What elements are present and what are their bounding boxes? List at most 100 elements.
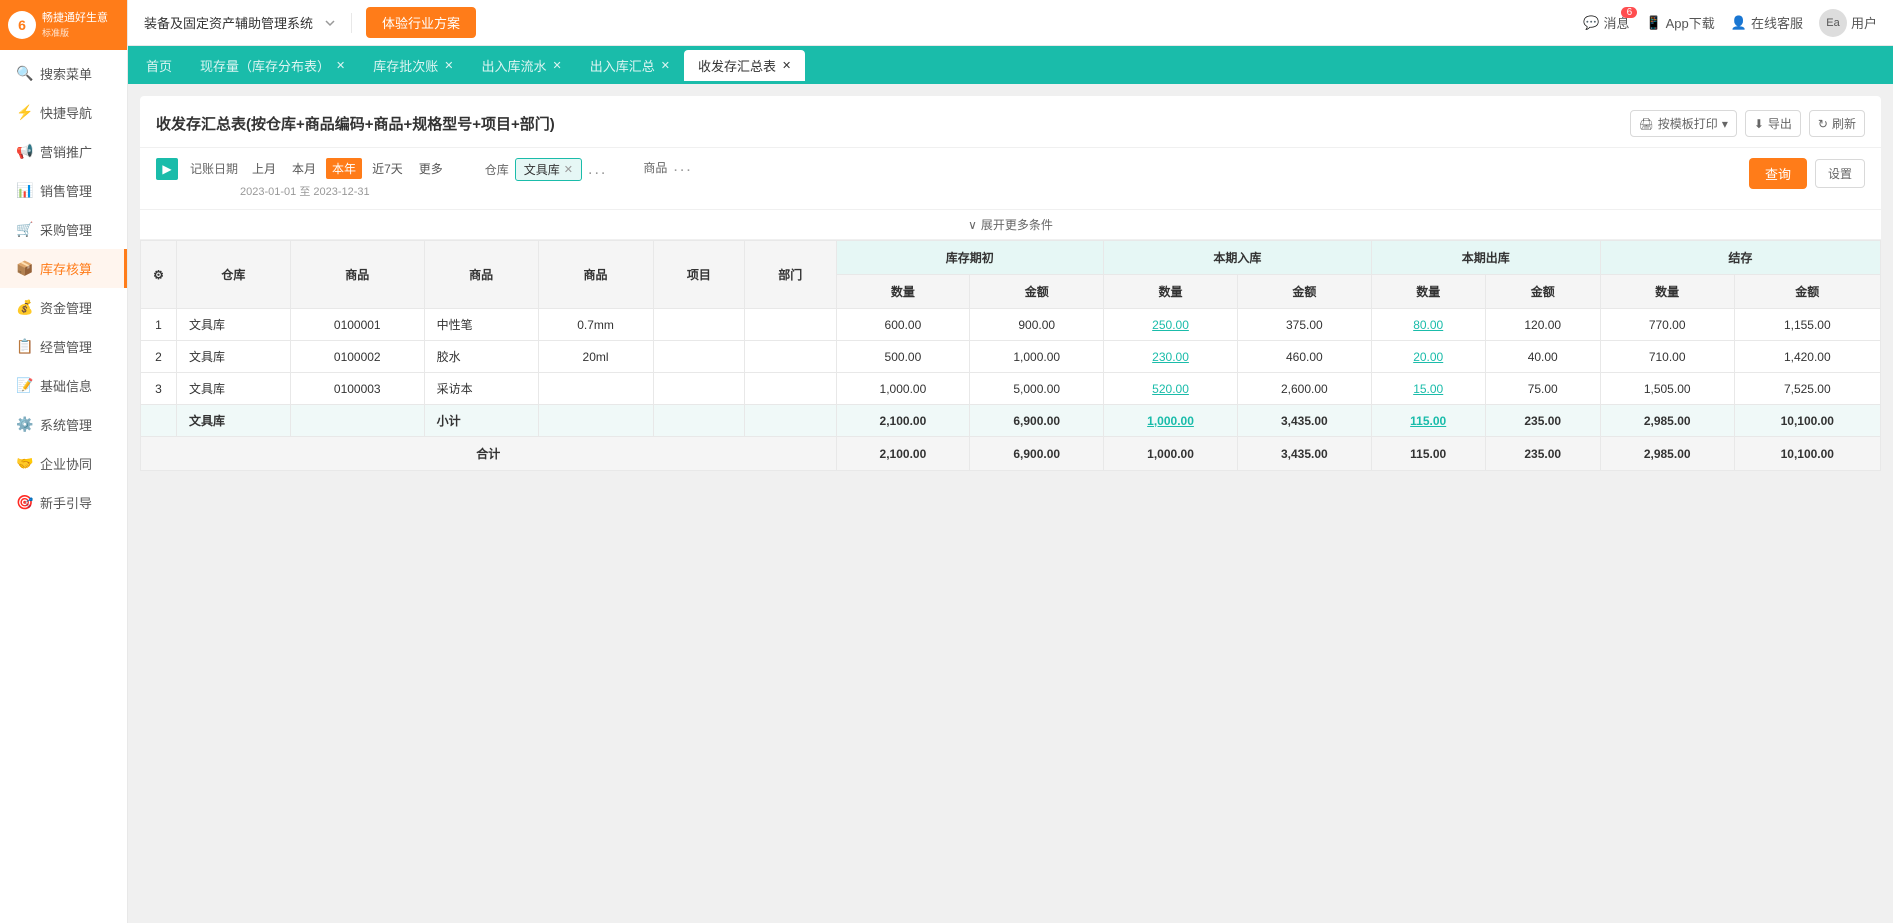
sidebar-item-quick[interactable]: ⚡ 快捷导航 xyxy=(0,93,127,132)
row-open-qty: 1,000.00 xyxy=(836,373,970,405)
row-open-amt: 900.00 xyxy=(970,309,1104,341)
col-opening-group-header: 库存期初 xyxy=(836,241,1104,275)
total-in-amt: 3,435.00 xyxy=(1237,437,1371,471)
user-label: 用户 xyxy=(1851,13,1877,32)
query-button[interactable]: 查询 xyxy=(1749,158,1807,189)
sidebar-item-inventory[interactable]: 📦 库存核算 xyxy=(0,249,127,288)
col-out-group-header: 本期出库 xyxy=(1371,241,1600,275)
header-left: 装备及固定资产辅助管理系统 体验行业方案 xyxy=(144,7,476,38)
export-icon: ⬇ xyxy=(1754,117,1764,131)
online-service-button[interactable]: 👤 在线客服 xyxy=(1731,13,1803,32)
setting-button[interactable]: 设置 xyxy=(1815,159,1865,188)
date-range: 2023-01-01 至 2023-12-31 xyxy=(240,186,370,198)
filter-collapse-arrow[interactable]: ▶ xyxy=(156,158,178,180)
goods-more[interactable]: ... xyxy=(673,158,692,176)
user-menu[interactable]: Ea 用户 xyxy=(1819,9,1877,37)
row-no: 3 xyxy=(141,373,177,405)
row-in-qty[interactable]: 1,000.00 xyxy=(1104,405,1238,437)
page-title: 收发存汇总表(按仓库+商品编码+商品+规格型号+项目+部门) xyxy=(156,113,555,134)
sidebar-item-system[interactable]: ⚙️ 系统管理 xyxy=(0,405,127,444)
row-project xyxy=(653,373,744,405)
tab-batch-close[interactable]: ✕ xyxy=(444,59,453,72)
warehouse-more[interactable]: ... xyxy=(588,161,607,179)
tab-stock-dist[interactable]: 现存量（库存分布表） ✕ xyxy=(186,50,359,81)
row-warehouse: 文具库 xyxy=(177,373,291,405)
header-dropdown[interactable] xyxy=(323,16,337,30)
export-button[interactable]: ⬇ 导出 xyxy=(1745,110,1801,137)
tab-batch-label: 库存批次账 xyxy=(373,56,438,75)
tab-batch[interactable]: 库存批次账 ✕ xyxy=(359,50,467,81)
sidebar-item-basic[interactable]: 📝 基础信息 xyxy=(0,366,127,405)
row-goods-spec xyxy=(538,405,653,437)
sidebar-item-operation-label: 经营管理 xyxy=(40,337,92,356)
row-out-qty[interactable]: 115.00 xyxy=(1371,405,1485,437)
sidebar-item-finance[interactable]: 💰 资金管理 xyxy=(0,288,127,327)
total-close-qty: 2,985.00 xyxy=(1600,437,1734,471)
row-close-amt: 1,155.00 xyxy=(1734,309,1880,341)
tab-recv-send-close[interactable]: ✕ xyxy=(782,59,791,72)
date-btn-7days[interactable]: 近7天 xyxy=(366,158,409,179)
row-out-qty[interactable]: 20.00 xyxy=(1371,341,1485,373)
message-badge: 6 xyxy=(1621,7,1637,18)
tab-stock-dist-close[interactable]: ✕ xyxy=(336,59,345,72)
row-no: 2 xyxy=(141,341,177,373)
row-open-qty: 500.00 xyxy=(836,341,970,373)
refresh-button[interactable]: ↻ 刷新 xyxy=(1809,110,1865,137)
row-out-qty[interactable]: 15.00 xyxy=(1371,373,1485,405)
sidebar-item-marketing[interactable]: 📢 营销推广 xyxy=(0,132,127,171)
sidebar-item-finance-label: 资金管理 xyxy=(40,298,92,317)
tab-recv-send[interactable]: 收发存汇总表 ✕ xyxy=(684,50,805,81)
sidebar-item-enterprise[interactable]: 🤝 企业协同 xyxy=(0,444,127,483)
row-in-qty[interactable]: 230.00 xyxy=(1104,341,1238,373)
date-btn-last-month[interactable]: 上月 xyxy=(246,158,282,179)
sidebar-item-purchase[interactable]: 🛒 采购管理 xyxy=(0,210,127,249)
sidebar: 6 畅捷通好生意 标准版 🔍 搜索菜单 ⚡ 快捷导航 📢 营销推广 📊 销售管理… xyxy=(0,0,128,923)
date-btn-this-month[interactable]: 本月 xyxy=(286,158,322,179)
total-row: 合计 2,100.00 6,900.00 1,000.00 3,435.00 1… xyxy=(141,437,1881,471)
date-btn-more[interactable]: 更多 xyxy=(413,158,449,179)
row-goods-code: 0100002 xyxy=(290,341,424,373)
tab-bar: 首页 现存量（库存分布表） ✕ 库存批次账 ✕ 出入库流水 ✕ 出入库汇总 ✕ … xyxy=(128,46,1893,84)
row-close-qty: 2,985.00 xyxy=(1600,405,1734,437)
row-in-qty[interactable]: 250.00 xyxy=(1104,309,1238,341)
export-label: 导出 xyxy=(1768,115,1792,132)
sales-icon: 📊 xyxy=(16,182,32,199)
print-button[interactable]: 🖨 按模板打印 ▾ xyxy=(1630,110,1737,137)
tab-inout-summary-close[interactable]: ✕ xyxy=(661,59,670,72)
row-out-qty[interactable]: 80.00 xyxy=(1371,309,1485,341)
tab-home-label: 首页 xyxy=(146,56,172,75)
purchase-icon: 🛒 xyxy=(16,221,32,238)
row-warehouse: 文具库 xyxy=(177,405,291,437)
row-in-amt: 2,600.00 xyxy=(1237,373,1371,405)
logo-badge: 标准版 xyxy=(42,26,108,39)
col-in-amt-header: 金额 xyxy=(1237,275,1371,309)
try-button[interactable]: 体验行业方案 xyxy=(366,7,476,38)
table-settings-header[interactable]: ⚙ xyxy=(141,241,177,309)
warehouse-tag-close[interactable]: ✕ xyxy=(564,163,573,176)
sidebar-item-guide-label: 新手引导 xyxy=(40,493,92,512)
col-in-group-header: 本期入库 xyxy=(1104,241,1372,275)
total-label-cell: 合计 xyxy=(141,437,837,471)
row-open-qty: 600.00 xyxy=(836,309,970,341)
content-area: 收发存汇总表(按仓库+商品编码+商品+规格型号+项目+部门) 🖨 按模板打印 ▾… xyxy=(128,84,1893,923)
warehouse-tag: 文具库 ✕ xyxy=(515,158,582,181)
date-btn-this-year[interactable]: 本年 xyxy=(326,158,362,179)
col-out-qty-header: 数量 xyxy=(1371,275,1485,309)
row-in-qty[interactable]: 520.00 xyxy=(1104,373,1238,405)
sidebar-item-operation[interactable]: 📋 经营管理 xyxy=(0,327,127,366)
col-close-amt-header: 金额 xyxy=(1734,275,1880,309)
app-download-button[interactable]: 📱 App下载 xyxy=(1645,13,1714,32)
tab-inout-flow[interactable]: 出入库流水 ✕ xyxy=(467,50,575,81)
expand-conditions-button[interactable]: ∨ 展开更多条件 xyxy=(968,216,1053,233)
sidebar-item-search[interactable]: 🔍 搜索菜单 xyxy=(0,54,127,93)
tab-inout-flow-close[interactable]: ✕ xyxy=(553,59,562,72)
inventory-icon: 📦 xyxy=(16,260,32,277)
col-goods-code-header: 商品 xyxy=(290,241,424,309)
tab-inout-summary[interactable]: 出入库汇总 ✕ xyxy=(576,50,684,81)
tab-home[interactable]: 首页 xyxy=(132,50,186,81)
sidebar-item-guide[interactable]: 🎯 新手引导 xyxy=(0,483,127,522)
expand-row: ∨ 展开更多条件 xyxy=(140,210,1881,240)
row-close-amt: 1,420.00 xyxy=(1734,341,1880,373)
message-button[interactable]: 💬 消息 6 xyxy=(1583,13,1629,32)
sidebar-item-sales[interactable]: 📊 销售管理 xyxy=(0,171,127,210)
